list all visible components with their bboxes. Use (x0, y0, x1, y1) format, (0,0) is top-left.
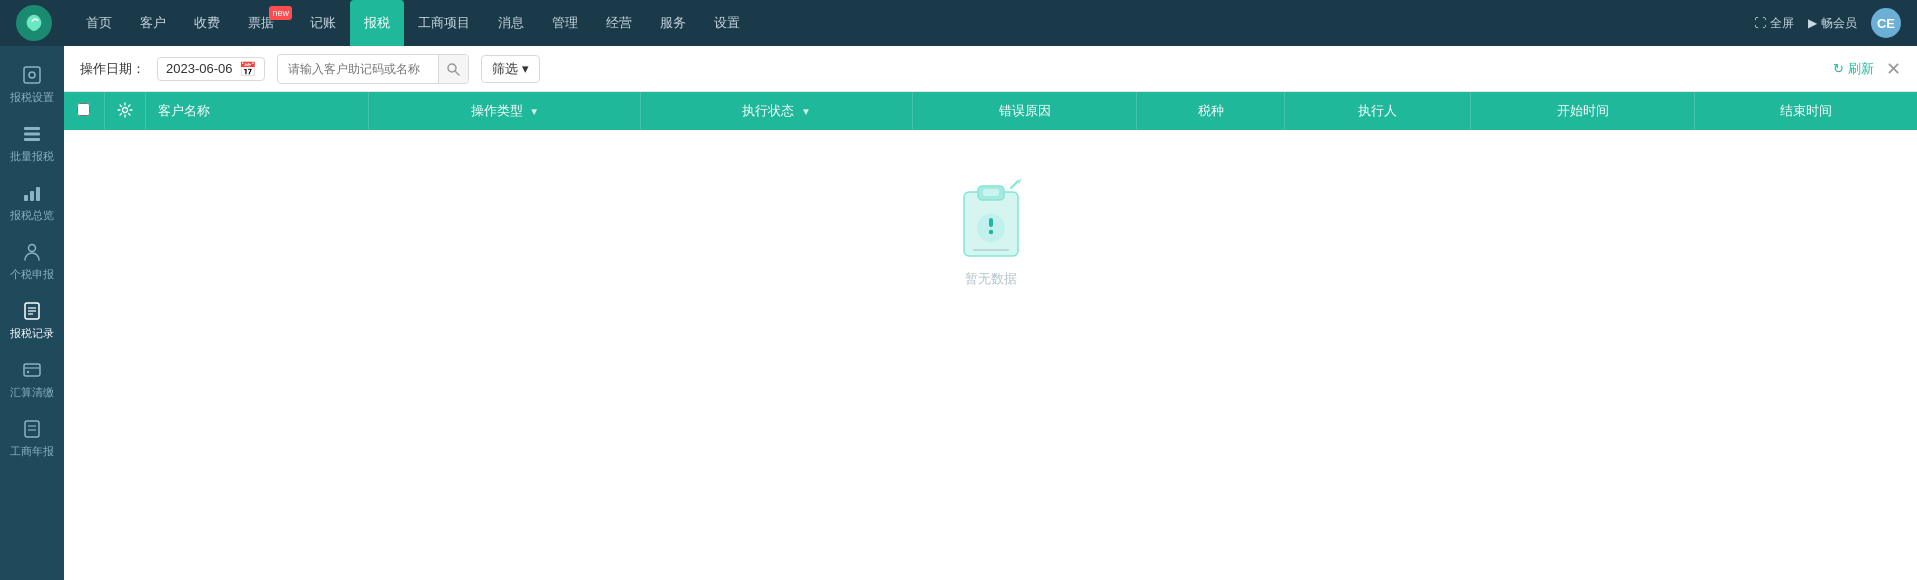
nav-operation[interactable]: 经营 (592, 0, 646, 46)
status-filter-icon[interactable]: ▼ (801, 106, 811, 117)
tax-settings-icon (21, 64, 43, 86)
th-executor: 执行人 (1285, 92, 1471, 130)
svg-rect-0 (24, 67, 40, 83)
new-badge: new (269, 6, 292, 20)
op-type-filter-icon[interactable]: ▼ (529, 106, 539, 117)
empty-row: 暂无数据 (64, 130, 1917, 308)
sidebar-item-batch-tax[interactable]: 批量报税 (0, 113, 64, 172)
th-gear[interactable] (104, 92, 145, 130)
sidebar-item-tax-settings[interactable]: 报税设置 (0, 54, 64, 113)
th-checkbox[interactable] (64, 92, 104, 130)
search-button[interactable] (438, 54, 468, 84)
nav-client[interactable]: 客户 (126, 0, 180, 46)
svg-marker-29 (1018, 178, 1022, 185)
sidebar-item-annual-report[interactable]: 工商年报 (0, 408, 64, 467)
svg-point-8 (29, 245, 36, 252)
sidebar-item-tax-records[interactable]: 报税记录 (0, 290, 64, 349)
nav-right-area: ⛶ 全屏 ▶ 畅会员 CE (1754, 8, 1901, 38)
svg-line-28 (1011, 181, 1018, 188)
member-button[interactable]: ▶ 畅会员 (1808, 15, 1857, 32)
sidebar: 报税设置 批量报税 报税总览 (0, 46, 64, 580)
annual-report-icon (21, 418, 43, 440)
sidebar-item-tax-overview[interactable]: 报税总览 (0, 172, 64, 231)
tax-records-icon (21, 300, 43, 322)
personal-tax-icon (21, 241, 43, 263)
refresh-icon: ↻ (1833, 61, 1844, 76)
nav-message[interactable]: 消息 (484, 0, 538, 46)
empty-state: 暂无数据 (64, 130, 1917, 308)
close-button[interactable]: ✕ (1886, 60, 1901, 78)
nav-business[interactable]: 工商项目 (404, 0, 484, 46)
sidebar-item-personal-tax[interactable]: 个税申报 (0, 231, 64, 290)
th-start-time: 开始时间 (1471, 92, 1695, 130)
th-status: 执行状态 ▼ (641, 92, 913, 130)
empty-illustration (946, 170, 1036, 270)
data-table: 客户名称 操作类型 ▼ 执行状态 ▼ 错误原因 (64, 92, 1917, 308)
svg-point-19 (448, 64, 456, 72)
table-body: 暂无数据 (64, 130, 1917, 308)
date-value: 2023-06-06 (166, 61, 233, 76)
tax-overview-icon (21, 182, 43, 204)
fullscreen-icon: ⛶ (1754, 16, 1766, 30)
svg-rect-13 (24, 364, 40, 376)
nav-menu: 首页 客户 收费 票据 new 记账 报税 工商项目 消息 管理 经营 服务 设… (72, 0, 1754, 46)
nav-fee[interactable]: 收费 (180, 0, 234, 46)
nav-settings[interactable]: 设置 (700, 0, 754, 46)
main-content: 操作日期： 2023-06-06 📅 筛选 ▾ ↻ (64, 46, 1917, 580)
th-end-time: 结束时间 (1695, 92, 1917, 130)
svg-rect-24 (983, 189, 999, 196)
svg-rect-7 (36, 187, 40, 201)
th-error: 错误原因 (913, 92, 1137, 130)
sidebar-item-settlement[interactable]: 汇算清缴 (0, 349, 64, 408)
svg-rect-4 (24, 138, 40, 141)
nav-home[interactable]: 首页 (72, 0, 126, 46)
top-navigation: 首页 客户 收费 票据 new 记账 报税 工商项目 消息 管理 经营 服务 设… (0, 0, 1917, 46)
table-header-row: 客户名称 操作类型 ▼ 执行状态 ▼ 错误原因 (64, 92, 1917, 130)
svg-rect-3 (24, 133, 40, 136)
date-label: 操作日期： (80, 60, 145, 78)
svg-point-21 (122, 107, 127, 112)
member-icon: ▶ (1808, 16, 1817, 30)
nav-invoice[interactable]: 票据 new (234, 0, 296, 46)
svg-point-15 (27, 371, 29, 373)
th-client: 客户名称 (145, 92, 369, 130)
search-input[interactable] (278, 62, 438, 76)
table-container: 客户名称 操作类型 ▼ 执行状态 ▼ 错误原因 (64, 92, 1917, 580)
nav-manage[interactable]: 管理 (538, 0, 592, 46)
th-tax-type: 税种 (1136, 92, 1284, 130)
batch-tax-icon (21, 123, 43, 145)
select-all-checkbox[interactable] (77, 103, 90, 116)
fullscreen-button[interactable]: ⛶ 全屏 (1754, 15, 1794, 32)
refresh-button[interactable]: ↻ 刷新 (1833, 60, 1874, 78)
nav-service[interactable]: 服务 (646, 0, 700, 46)
svg-rect-6 (30, 191, 34, 201)
svg-rect-26 (989, 218, 993, 227)
nav-tax[interactable]: 报税 (350, 0, 404, 46)
svg-line-20 (456, 71, 460, 75)
svg-rect-5 (24, 195, 28, 201)
toolbar: 操作日期： 2023-06-06 📅 筛选 ▾ ↻ (64, 46, 1917, 92)
svg-point-27 (988, 230, 992, 234)
empty-text: 暂无数据 (965, 270, 1017, 288)
app-logo[interactable] (16, 5, 52, 41)
settlement-icon (21, 359, 43, 381)
svg-point-1 (29, 72, 35, 78)
search-box (277, 54, 469, 84)
user-avatar[interactable]: CE (1871, 8, 1901, 38)
filter-button[interactable]: 筛选 ▾ (481, 55, 540, 83)
calendar-icon: 📅 (239, 61, 256, 77)
svg-rect-2 (24, 127, 40, 130)
refresh-label: 刷新 (1848, 60, 1874, 78)
nav-accounting[interactable]: 记账 (296, 0, 350, 46)
svg-rect-16 (25, 421, 39, 437)
main-layout: 报税设置 批量报税 报税总览 (0, 46, 1917, 580)
date-picker[interactable]: 2023-06-06 📅 (157, 57, 265, 81)
filter-label: 筛选 (492, 60, 518, 78)
th-op-type: 操作类型 ▼ (369, 92, 641, 130)
filter-chevron-icon: ▾ (522, 61, 529, 76)
